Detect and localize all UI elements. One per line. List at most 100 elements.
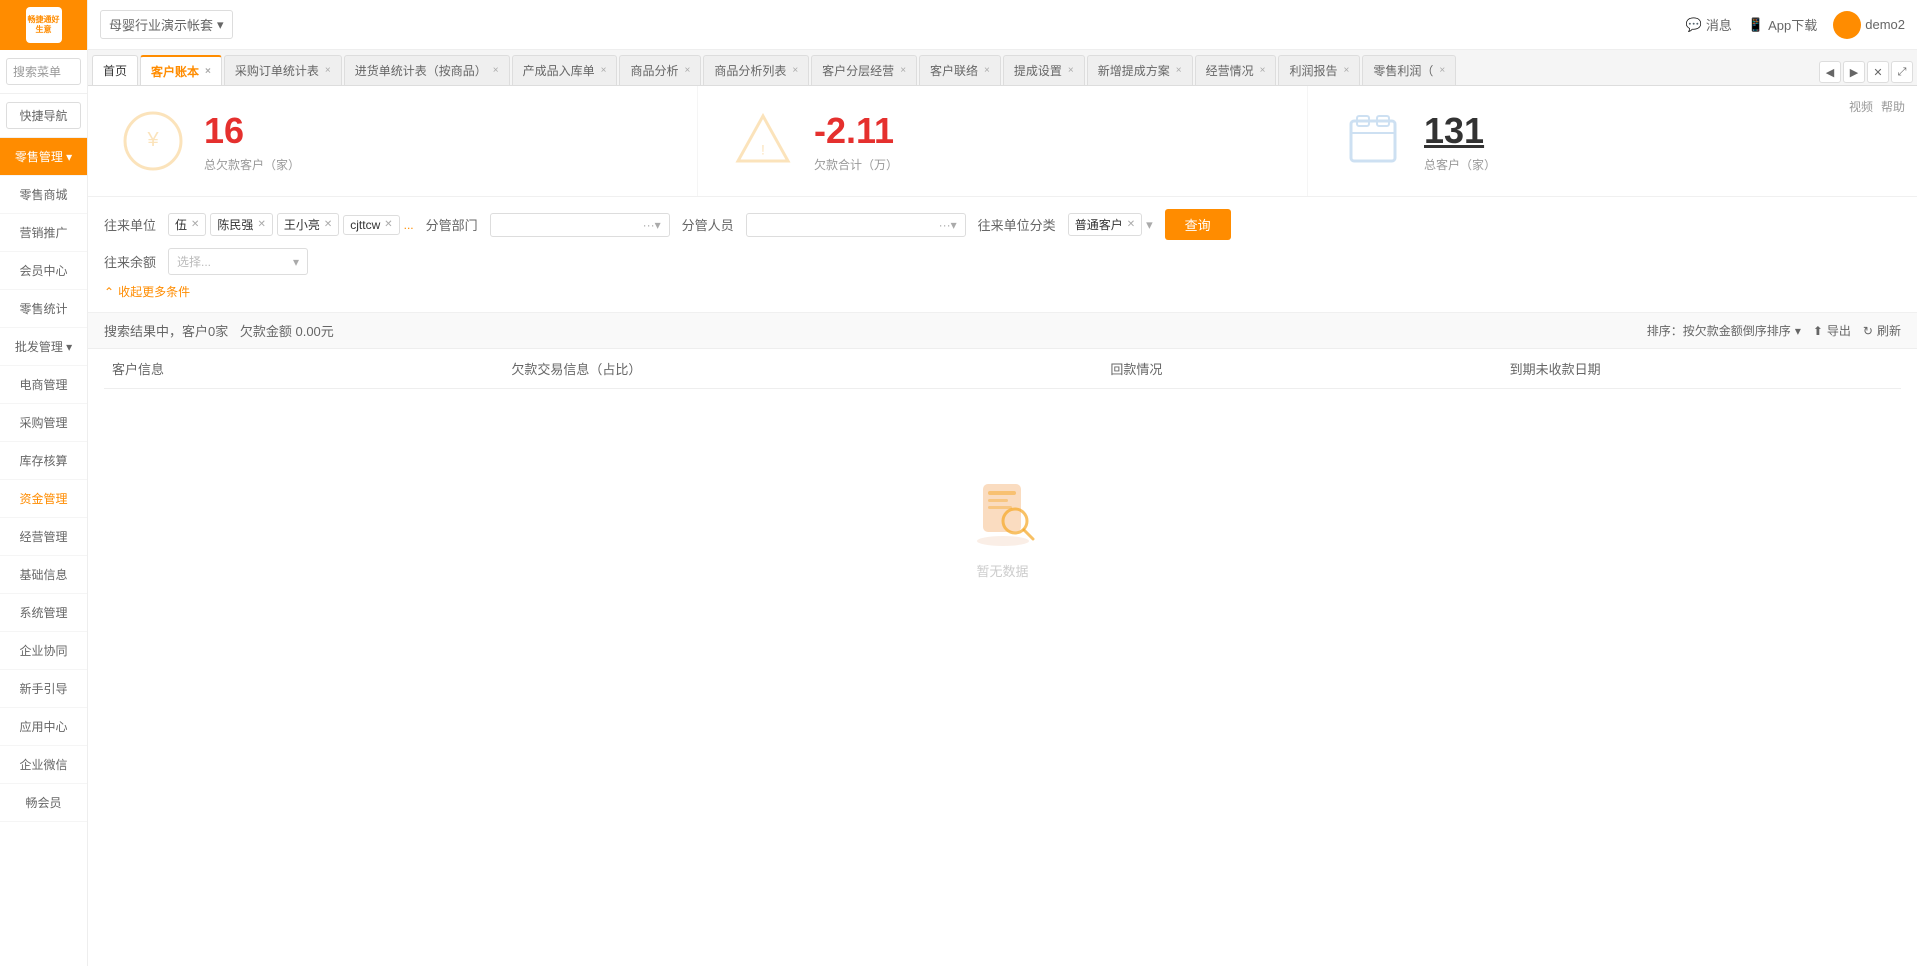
table-col-overdue: 到期未收款日期 [1502,359,1901,378]
export-label: 导出 [1827,322,1851,339]
sidebar-item-enterprise-collab[interactable]: 企业协同 [0,632,87,670]
tab-business-status[interactable]: 经营情况 × [1195,55,1277,85]
sidebar-item-finance-mgmt[interactable]: 资金管理 [0,480,87,518]
page-content: ¥ 16 总欠款客户（家） ! -2.11 欠款合计 [88,86,1917,966]
tab-retail-profit[interactable]: 零售利润（× [1362,55,1456,85]
tab-close-add-promote[interactable]: × [1176,65,1182,76]
filter-tag-wang-close[interactable]: ✕ [324,219,332,230]
sidebar-item-basic-info[interactable]: 基础信息 [0,556,87,594]
tab-close-customer-tier[interactable]: × [900,65,906,76]
department-select-more: ··· [643,218,655,232]
tab-close-retail-profit[interactable]: × [1439,65,1445,76]
tab-close-promote-settings[interactable]: × [1068,65,1074,76]
sidebar-item-retail-stats[interactable]: 零售统计 [0,290,87,328]
tab-label-home: 首页 [103,62,127,79]
quick-nav-area: 快捷导航 [0,94,87,138]
sidebar-item-operations[interactable]: 经营管理 [0,518,87,556]
search-menu-button[interactable]: 搜索菜单 [6,58,81,85]
tab-prev-button[interactable]: ◀ [1819,61,1841,83]
tabbar-controls: ◀ ▶ ✕ ⤢ [1819,61,1913,85]
tab-home[interactable]: 首页 [92,55,138,85]
quick-nav-button[interactable]: 快捷导航 [6,102,81,129]
tab-close-business-status[interactable]: × [1260,65,1266,76]
tab-close-customer-balance[interactable]: × [205,66,211,77]
stat-icon-2: ! [728,106,798,176]
balance-filter-select[interactable]: 选择... ▾ [168,248,308,275]
tab-promote-settings[interactable]: 提成设置× [1003,55,1085,85]
data-table: 客户信息 欠款交易信息（占比） 回款情况 到期未收款日期 [88,349,1917,620]
user-avatar [1833,11,1861,39]
tab-product-analysis[interactable]: 商品分析 × [619,55,701,85]
message-button[interactable]: 💬 消息 [1686,15,1732,34]
unit-filter-label: 往来单位 [104,215,156,234]
tab-label-product-analysis: 商品分析 [630,62,678,79]
topbar: 母婴行业演示帐套 ▾ 💬 消息 📱 App下载 demo2 [88,0,1917,50]
tab-add-promote[interactable]: 新增提成方案× [1087,55,1193,85]
tab-close-all-button[interactable]: ✕ [1867,61,1889,83]
no-data-illustration [963,469,1043,549]
stat-card-total-customers: 131 总客户（家） 视频 帮助 [1308,86,1917,196]
stat-info-1: 16 总欠款客户（家） [204,110,300,173]
user-avatar-area[interactable]: demo2 [1833,11,1905,39]
help-button[interactable]: 帮助 [1881,98,1905,115]
tab-customer-balance[interactable]: 客户账本× [140,55,222,85]
sidebar-item-new-guide[interactable]: 新手引导 [0,670,87,708]
tab-label-business-status: 经营情况 [1206,62,1254,79]
person-select-more: ··· [939,218,951,232]
sidebar-item-wholesale-mgmt[interactable]: 批发管理 ▾ [0,328,87,366]
sidebar-item-app-center[interactable]: 应用中心 [0,708,87,746]
tab-label-product-entry: 产成品入库单 [523,62,595,79]
export-button[interactable]: ⬆ 导出 [1813,322,1851,339]
app-download-button[interactable]: 📱 App下载 [1748,15,1817,34]
tab-customer-link[interactable]: 客户联络 × [919,55,1001,85]
sidebar-item-retail-mall[interactable]: 零售商城 [0,176,87,214]
tab-close-purchase-order[interactable]: × [325,65,331,76]
person-filter-select[interactable]: ··· ▾ [746,213,966,237]
sort-button[interactable]: 排序：按欠款金额倒序排序 ▾ [1647,322,1801,339]
sidebar-item-enterprise-wechat[interactable]: 企业微信 [0,746,87,784]
tab-close-profit-report[interactable]: × [1343,65,1349,76]
tab-profit-report[interactable]: 利润报告× [1278,55,1360,85]
query-button[interactable]: 查询 [1165,209,1231,240]
department-filter-select[interactable]: ··· ▾ [490,213,670,237]
video-help-button[interactable]: 视频 [1849,98,1873,115]
sidebar-item-inventory[interactable]: 库存核算 [0,442,87,480]
filter-tag-cj-close[interactable]: ✕ [384,219,392,230]
unit-category-dropdown-arrow[interactable]: ▾ [1146,217,1153,233]
account-label: 母婴行业演示帐套 [109,15,213,34]
tab-close-product-analysis-list[interactable]: × [792,65,798,76]
filter-tag-more-button[interactable]: ... [404,218,414,232]
sidebar-item-vip-member[interactable]: 畅会员 [0,784,87,822]
tab-product-entry[interactable]: 产成品入库单 × [512,55,618,85]
stat-help-area: 视频 帮助 [1849,98,1905,115]
tab-fullscreen-button[interactable]: ⤢ [1891,61,1913,83]
tab-purchase-stats[interactable]: 进货单统计表（按商品）× [344,55,510,85]
collapse-arrow-icon: ⌃ [104,285,114,299]
sidebar-item-marketing[interactable]: 营销推广 [0,214,87,252]
stat-label-3: 总客户（家） [1424,156,1496,173]
sidebar-items-container: 零售管理 ▾零售商城营销推广会员中心零售统计批发管理 ▾电商管理采购管理库存核算… [0,138,87,822]
filter-tag-normal-close[interactable]: ✕ [1127,219,1135,230]
filter-tag-chen-close[interactable]: ✕ [257,219,265,230]
tab-next-button[interactable]: ▶ [1843,61,1865,83]
tab-close-customer-link[interactable]: × [984,65,990,76]
sidebar-item-member[interactable]: 会员中心 [0,252,87,290]
sidebar-item-system-mgmt[interactable]: 系统管理 [0,594,87,632]
sidebar-item-ecommerce[interactable]: 电商管理 [0,366,87,404]
tab-product-analysis-list[interactable]: 商品分析列表× [703,55,809,85]
app-download-label: App下载 [1768,15,1817,34]
sidebar-item-purchase-mgmt[interactable]: 采购管理 [0,404,87,442]
collapse-button[interactable]: ⌃ 收起更多条件 [104,283,1901,300]
sidebar-item-retail-mgmt[interactable]: 零售管理 ▾ [0,138,87,176]
filter-tag-wu-close[interactable]: ✕ [191,219,199,230]
tab-customer-tier[interactable]: 客户分层经营× [811,55,917,85]
account-dropdown[interactable]: 母婴行业演示帐套 ▾ [100,10,233,39]
tab-purchase-order[interactable]: 采购订单统计表× [224,55,342,85]
tab-close-purchase-stats[interactable]: × [493,65,499,76]
tab-close-product-entry[interactable]: × [601,65,607,76]
refresh-button[interactable]: ↻ 刷新 [1863,322,1901,339]
tab-close-product-analysis[interactable]: × [684,65,690,76]
tab-label-customer-link: 客户联络 [930,62,978,79]
refresh-icon: ↻ [1863,324,1873,338]
export-icon: ⬆ [1813,324,1823,338]
